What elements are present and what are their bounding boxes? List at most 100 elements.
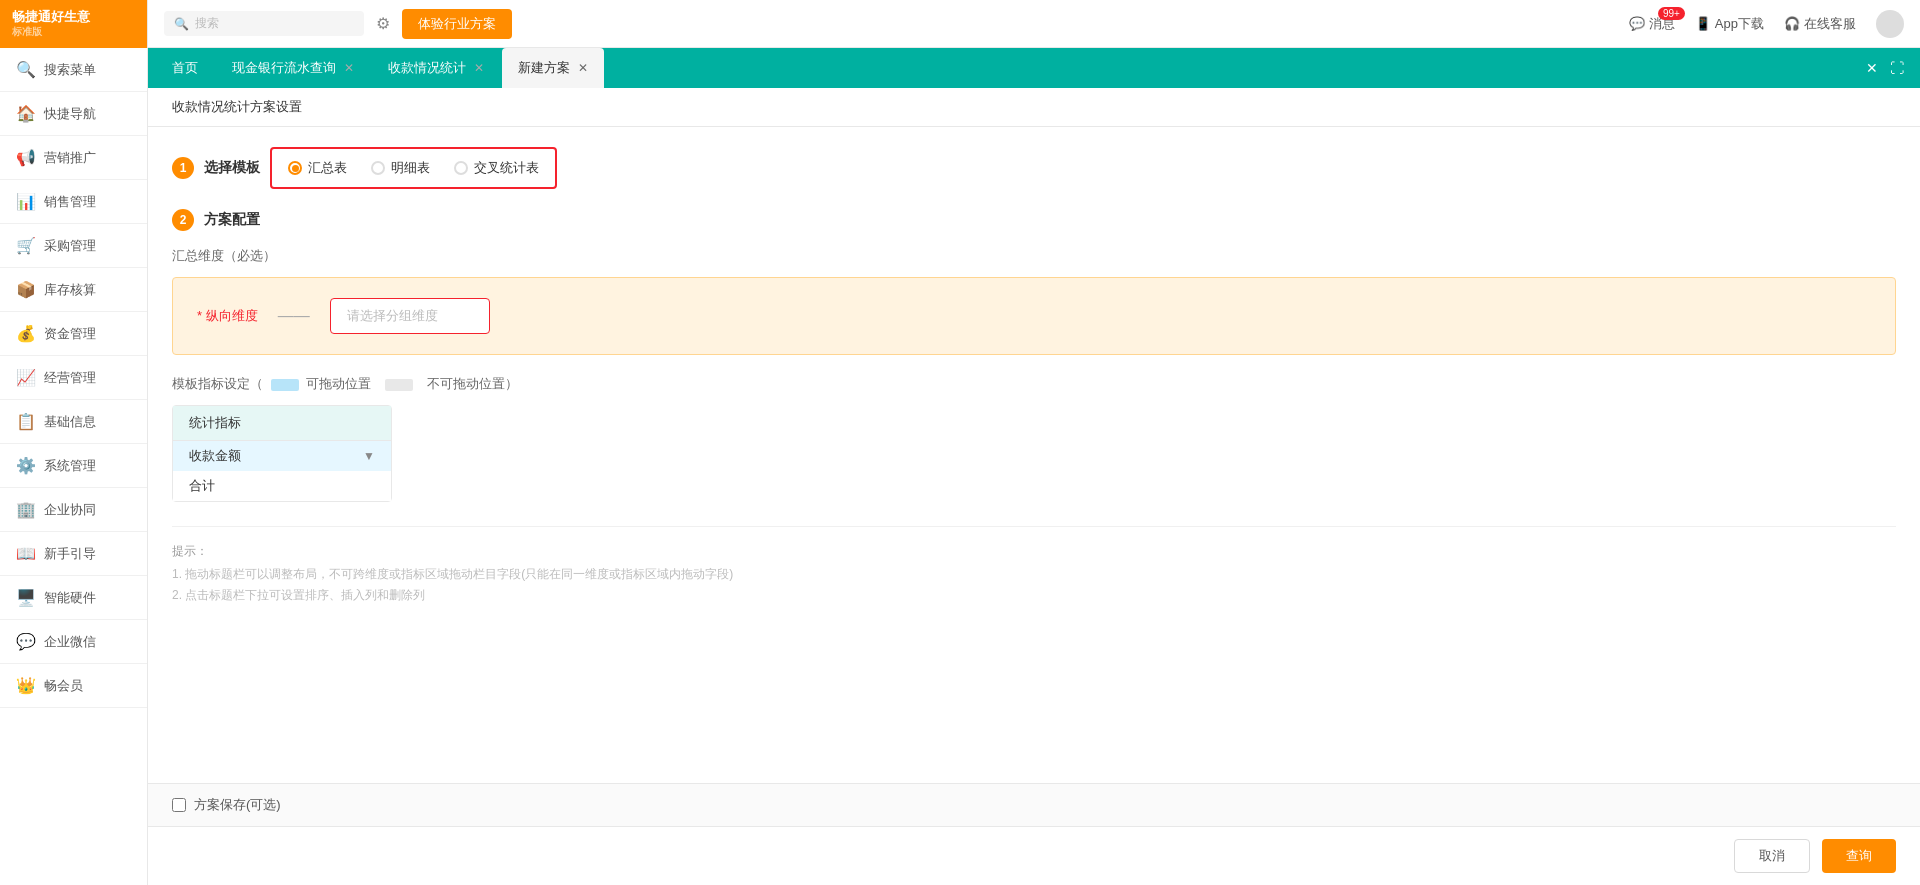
sidebar-item-marketing[interactable]: 📢 营销推广 bbox=[0, 136, 147, 180]
sidebar-item-label: 销售管理 bbox=[44, 193, 96, 211]
tips-item-1: 1. 拖动标题栏可以调整布局，不可跨维度或指标区域拖动栏目字段(只能在同一维度或… bbox=[172, 566, 1896, 583]
logo-sub: 标准版 bbox=[12, 25, 90, 39]
page-title: 收款情况统计方案设置 bbox=[172, 99, 302, 114]
wechat-icon: 💬 bbox=[16, 632, 36, 651]
required-star: * bbox=[197, 308, 202, 323]
sidebar-item-guide[interactable]: 📖 新手引导 bbox=[0, 532, 147, 576]
save-section: 方案保存(可选) bbox=[148, 783, 1920, 826]
step2-section: 2 方案配置 汇总维度（必选） * 纵向维度 —— bbox=[172, 209, 1896, 604]
metrics-header-text: 模板指标设定（ 可拖动位置 不可拖动位置） bbox=[172, 375, 518, 393]
cancel-button[interactable]: 取消 bbox=[1734, 839, 1810, 873]
trial-button[interactable]: 体验行业方案 bbox=[402, 9, 512, 39]
summary-dimension-section: 汇总维度（必选） * 纵向维度 —— 请选择分组维度 bbox=[172, 247, 1896, 604]
sidebar-item-wechat[interactable]: 💬 企业微信 bbox=[0, 620, 147, 664]
search-icon: 🔍 bbox=[16, 60, 36, 79]
sidebar-item-label: 采购管理 bbox=[44, 237, 96, 255]
dimension-select[interactable]: 请选择分组维度 bbox=[330, 298, 490, 334]
query-button[interactable]: 查询 bbox=[1822, 839, 1896, 873]
metrics-table-header: 统计指标 bbox=[173, 406, 391, 441]
radio-summary[interactable]: 汇总表 bbox=[288, 159, 347, 177]
sidebar-item-basic-info[interactable]: 📋 基础信息 bbox=[0, 400, 147, 444]
sidebar-item-purchase[interactable]: 🛒 采购管理 bbox=[0, 224, 147, 268]
sidebar-item-label: 智能硬件 bbox=[44, 589, 96, 607]
radio-cross-label: 交叉统计表 bbox=[474, 159, 539, 177]
metrics-section: 模板指标设定（ 可拖动位置 不可拖动位置） 统计指标 bbox=[172, 375, 1896, 502]
save-label: 方案保存(可选) bbox=[194, 796, 281, 814]
sidebar-item-finance[interactable]: 💰 资金管理 bbox=[0, 312, 147, 356]
metrics-row-amount[interactable]: 收款金额 ▼ bbox=[173, 441, 391, 471]
dimension-row: * 纵向维度 —— 请选择分组维度 bbox=[197, 298, 1871, 334]
step1-header: 1 选择模板 汇总表 明细表 bbox=[172, 147, 1896, 189]
sales-icon: 📊 bbox=[16, 192, 36, 211]
system-icon: ⚙️ bbox=[16, 456, 36, 475]
tab-cash-bank-label: 现金银行流水查询 bbox=[232, 59, 336, 77]
sidebar-item-enterprise[interactable]: 🏢 企业协同 bbox=[0, 488, 147, 532]
sidebar-item-label: 营销推广 bbox=[44, 149, 96, 167]
close-tab-receipt-stats[interactable]: ✕ bbox=[474, 61, 484, 75]
enterprise-icon: 🏢 bbox=[16, 500, 36, 519]
sidebar-item-management[interactable]: 📈 经营管理 bbox=[0, 356, 147, 400]
search-icon: 🔍 bbox=[174, 17, 189, 31]
metrics-row-total: 合计 bbox=[173, 471, 391, 501]
radio-detail-dot bbox=[371, 161, 385, 175]
tips-item-2: 2. 点击标题栏下拉可设置排序、插入列和删除列 bbox=[172, 587, 1896, 604]
tips-title: 提示： bbox=[172, 543, 1896, 560]
sidebar-item-member[interactable]: 👑 畅会员 bbox=[0, 664, 147, 708]
tab-new-plan[interactable]: 新建方案 ✕ bbox=[502, 48, 604, 88]
online-service-button[interactable]: 🎧 在线客服 bbox=[1784, 15, 1856, 33]
logo-name: 畅捷通好生意 bbox=[12, 9, 90, 25]
tab-home[interactable]: 首页 bbox=[156, 48, 214, 88]
radio-summary-label: 汇总表 bbox=[308, 159, 347, 177]
template-options: 汇总表 明细表 交叉统计表 bbox=[270, 147, 557, 189]
step2-title: 方案配置 bbox=[204, 211, 260, 229]
sidebar-item-label: 企业微信 bbox=[44, 633, 96, 651]
tab-receipt-stats[interactable]: 收款情况统计 ✕ bbox=[372, 48, 500, 88]
sidebar-item-hardware[interactable]: 🖥️ 智能硬件 bbox=[0, 576, 147, 620]
radio-cross-dot bbox=[454, 161, 468, 175]
tab-new-plan-label: 新建方案 bbox=[518, 59, 570, 77]
service-icon: 🎧 bbox=[1784, 16, 1800, 31]
search-placeholder: 搜索 bbox=[195, 15, 219, 32]
radio-detail[interactable]: 明细表 bbox=[371, 159, 430, 177]
sidebar-item-inventory[interactable]: 📦 库存核算 bbox=[0, 268, 147, 312]
message-button[interactable]: 💬 消息 99+ bbox=[1629, 15, 1675, 33]
sidebar-item-nav[interactable]: 🏠 快捷导航 bbox=[0, 92, 147, 136]
topbar-right: 💬 消息 99+ 📱 App下载 🎧 在线客服 bbox=[1629, 10, 1904, 38]
sidebar-item-search[interactable]: 🔍 搜索菜单 bbox=[0, 48, 147, 92]
close-tab-cash-bank[interactable]: ✕ bbox=[344, 61, 354, 75]
close-tab-new-plan[interactable]: ✕ bbox=[578, 61, 588, 75]
search-bar[interactable]: 🔍 搜索 bbox=[164, 11, 364, 36]
app-download-button[interactable]: 📱 App下载 bbox=[1695, 15, 1764, 33]
nav-tabs-actions: ✕ ⛶ bbox=[1866, 48, 1912, 88]
app-download-label: App下载 bbox=[1715, 15, 1764, 33]
sidebar-item-label: 系统管理 bbox=[44, 457, 96, 475]
hardware-icon: 🖥️ bbox=[16, 588, 36, 607]
sidebar-item-sales[interactable]: 📊 销售管理 bbox=[0, 180, 147, 224]
gear-icon[interactable]: ⚙ bbox=[376, 14, 390, 33]
window-close-icon[interactable]: ✕ bbox=[1866, 60, 1878, 76]
sidebar-item-system[interactable]: ⚙️ 系统管理 bbox=[0, 444, 147, 488]
save-checkbox[interactable] bbox=[172, 798, 186, 812]
nav-tabs: 首页 现金银行流水查询 ✕ 收款情况统计 ✕ 新建方案 ✕ ✕ ⛶ bbox=[148, 48, 1920, 88]
metrics-table: 统计指标 收款金额 ▼ 合计 bbox=[172, 405, 392, 502]
bottom-bar: 取消 查询 bbox=[148, 826, 1920, 885]
guide-icon: 📖 bbox=[16, 544, 36, 563]
form-content: 1 选择模板 汇总表 明细表 bbox=[148, 127, 1920, 783]
user-avatar[interactable] bbox=[1876, 10, 1904, 38]
sidebar-item-label: 搜索菜单 bbox=[44, 61, 96, 79]
basic-info-icon: 📋 bbox=[16, 412, 36, 431]
window-maximize-icon[interactable]: ⛶ bbox=[1890, 60, 1904, 76]
sidebar-item-label: 基础信息 bbox=[44, 413, 96, 431]
sidebar-logo: 畅捷通好生意 标准版 bbox=[0, 0, 147, 48]
metrics-total-label: 合计 bbox=[189, 478, 215, 493]
marketing-icon: 📢 bbox=[16, 148, 36, 167]
radio-cross[interactable]: 交叉统计表 bbox=[454, 159, 539, 177]
member-icon: 👑 bbox=[16, 676, 36, 695]
message-badge: 99+ bbox=[1658, 7, 1685, 20]
content-area: 收款情况统计方案设置 1 选择模板 汇总表 bbox=[148, 88, 1920, 885]
step2-number: 2 bbox=[172, 209, 194, 231]
inventory-icon: 📦 bbox=[16, 280, 36, 299]
tab-cash-bank[interactable]: 现金银行流水查询 ✕ bbox=[216, 48, 370, 88]
metrics-header: 模板指标设定（ 可拖动位置 不可拖动位置） bbox=[172, 375, 1896, 393]
management-icon: 📈 bbox=[16, 368, 36, 387]
